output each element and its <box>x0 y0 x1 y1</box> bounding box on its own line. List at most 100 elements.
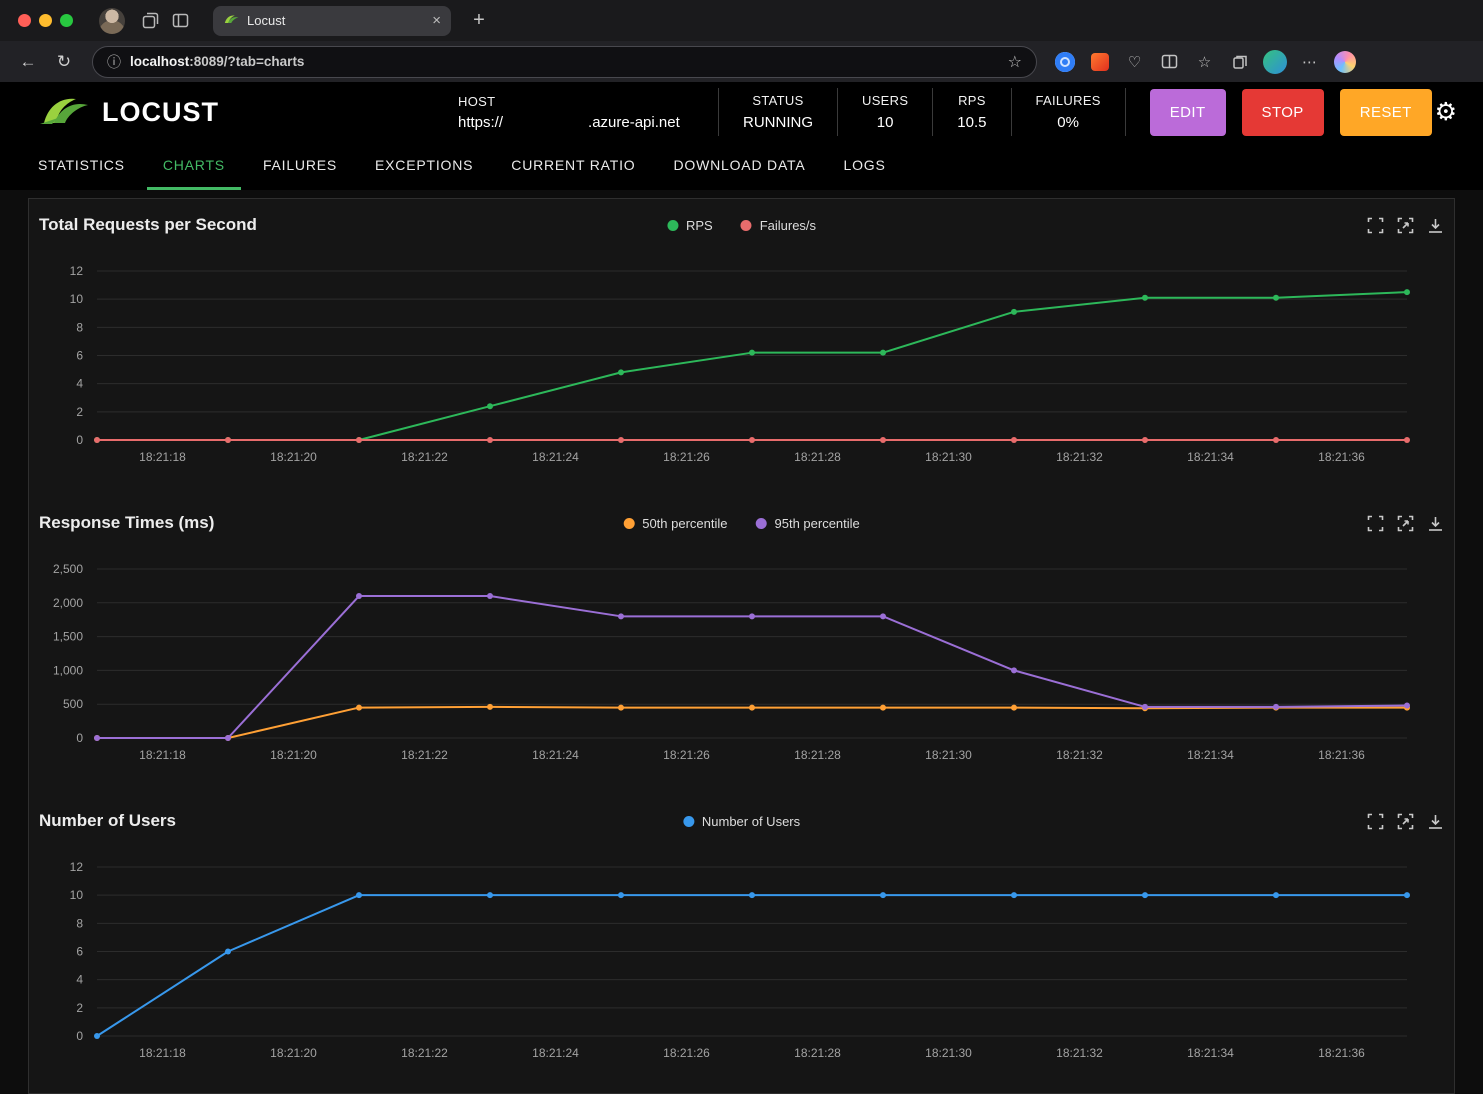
legend-item[interactable]: Failures/s <box>740 218 816 233</box>
back-button[interactable]: ← <box>12 47 44 77</box>
vertical-tabs-icon[interactable] <box>165 6 195 36</box>
address-bar[interactable]: ⓘ localhost:8089/?tab=charts ☆ <box>92 45 1037 78</box>
close-tab-icon[interactable]: × <box>432 12 441 29</box>
svg-text:18:21:30: 18:21:30 <box>925 1046 972 1060</box>
minimize-window-button[interactable] <box>39 14 52 27</box>
chart-tools <box>1367 813 1444 830</box>
zoom-window-button[interactable] <box>60 14 73 27</box>
stat-rps: RPS 10.5 <box>932 88 1010 136</box>
legend-item[interactable]: Number of Users <box>682 814 800 829</box>
zoom-select-icon[interactable] <box>1367 217 1384 234</box>
svg-text:18:21:28: 18:21:28 <box>794 748 841 762</box>
host-url-prefix: https:// <box>458 113 504 131</box>
svg-text:18:21:30: 18:21:30 <box>925 450 972 464</box>
browser-essentials-icon[interactable]: ♡ <box>1119 48 1150 76</box>
tab-current-ratio[interactable]: CURRENT RATIO <box>495 142 651 190</box>
zoom-reset-icon[interactable] <box>1397 515 1414 532</box>
legend-item[interactable]: 50th percentile <box>623 516 728 531</box>
bookmark-star-icon[interactable]: ☆ <box>1008 52 1022 72</box>
more-menu-icon[interactable]: ⋯ <box>1294 48 1325 76</box>
tab-exceptions[interactable]: EXCEPTIONS <box>359 142 489 190</box>
svg-text:0: 0 <box>76 433 83 447</box>
chart-response-times: Response Times (ms) 50th percentile 95th … <box>29 497 1454 795</box>
collections-icon[interactable] <box>1224 48 1255 76</box>
legend-dot-icon <box>666 219 678 231</box>
svg-text:18:21:32: 18:21:32 <box>1056 748 1103 762</box>
users-chart-plot[interactable]: 0 2 4 6 8 10 12 18:21:18 18:21:20 18:21:22 18:21:2… <box>35 837 1450 1077</box>
stop-button[interactable]: STOP <box>1241 88 1324 136</box>
svg-text:18:21:22: 18:21:22 <box>401 450 448 464</box>
brand-name: LOCUST <box>102 96 219 127</box>
stat-failures: FAILURES 0% <box>1010 88 1126 136</box>
download-chart-icon[interactable] <box>1427 813 1444 830</box>
favorites-icon[interactable]: ☆ <box>1189 48 1220 76</box>
svg-text:18:21:26: 18:21:26 <box>663 1046 710 1060</box>
settings-gear-icon[interactable]: ⚙ <box>1435 97 1457 127</box>
tab-groups-icon[interactable] <box>135 6 165 36</box>
legend-item[interactable]: RPS <box>666 218 713 233</box>
svg-text:18:21:18: 18:21:18 <box>139 450 186 464</box>
svg-text:12: 12 <box>70 264 84 278</box>
close-window-button[interactable] <box>18 14 31 27</box>
download-chart-icon[interactable] <box>1427 217 1444 234</box>
profile-avatar[interactable] <box>99 7 125 34</box>
main-content: Total Requests per Second RPS Failures/s … <box>0 190 1483 1094</box>
svg-text:18:21:20: 18:21:20 <box>270 1046 317 1060</box>
legend-dot-icon <box>623 517 635 529</box>
svg-text:4: 4 <box>76 377 83 391</box>
split-screen-icon[interactable] <box>1154 48 1185 76</box>
svg-text:18:21:30: 18:21:30 <box>925 748 972 762</box>
rps-chart-plot[interactable]: 0 2 4 6 8 10 12 18:21:18 18:21:20 18:21:22 18:21:2… <box>35 241 1450 481</box>
legend-item[interactable]: 95th percentile <box>755 515 860 531</box>
tab-failures[interactable]: FAILURES <box>247 142 353 190</box>
tab-favicon-locust-logo <box>223 13 239 28</box>
response-times-chart-plot[interactable]: 0 500 1,000 1,500 2,000 2,500 18:21:18 18:21:20… <box>35 539 1450 779</box>
tab-statistics[interactable]: STATISTICS <box>22 142 141 190</box>
svg-text:0: 0 <box>76 1029 83 1043</box>
url-host: localhost <box>130 54 190 69</box>
zoom-select-icon[interactable] <box>1367 515 1384 532</box>
copilot-icon[interactable] <box>1329 48 1360 76</box>
toolbar-profile-avatar[interactable] <box>1259 48 1290 76</box>
legend-dot-icon <box>682 815 694 827</box>
window-controls <box>18 14 73 27</box>
svg-text:18:21:32: 18:21:32 <box>1056 1046 1103 1060</box>
chart-title: Total Requests per Second <box>39 215 257 234</box>
zoom-reset-icon[interactable] <box>1397 217 1414 234</box>
extension-orange-icon[interactable] <box>1084 48 1115 76</box>
new-tab-button[interactable]: + <box>465 9 493 32</box>
browser-toolbar: ← ↻ ⓘ localhost:8089/?tab=charts ☆ ♡ ☆ ⋯ <box>0 41 1483 82</box>
site-info-icon[interactable]: ⓘ <box>107 52 121 72</box>
locust-header: LOCUST HOST https:// .azure-api.net STAT… <box>0 82 1483 142</box>
edit-button[interactable]: EDIT <box>1149 88 1226 136</box>
browser-tab-locust[interactable]: Locust × <box>213 5 451 36</box>
chart-number-of-users: Number of Users Number of Users 0 2 4 6 8 10 1… <box>29 795 1454 1093</box>
legend-dot-icon <box>740 219 752 231</box>
zoom-select-icon[interactable] <box>1367 813 1384 830</box>
legend-label: 95th percentile <box>774 515 860 531</box>
svg-text:10: 10 <box>70 292 84 306</box>
zoom-reset-icon[interactable] <box>1397 813 1414 830</box>
svg-text:1,500: 1,500 <box>53 630 83 644</box>
tab-charts[interactable]: CHARTS <box>146 142 241 190</box>
svg-text:2: 2 <box>76 1001 83 1015</box>
reload-button[interactable]: ↻ <box>48 47 80 77</box>
host-redacted <box>503 117 588 127</box>
svg-text:18:21:36: 18:21:36 <box>1318 1046 1365 1060</box>
svg-text:8: 8 <box>76 320 83 334</box>
tab-logs[interactable]: LOGS <box>828 142 902 190</box>
extension-blue-icon[interactable] <box>1049 48 1080 76</box>
svg-text:1,000: 1,000 <box>53 663 83 677</box>
chart-total-requests-per-second: Total Requests per Second RPS Failures/s … <box>29 199 1454 497</box>
reset-button[interactable]: RESET <box>1339 88 1432 136</box>
svg-text:18:21:22: 18:21:22 <box>401 1046 448 1060</box>
browser-tab-strip: Locust × + <box>0 0 1483 41</box>
download-chart-icon[interactable] <box>1427 515 1444 532</box>
svg-text:10: 10 <box>70 888 84 902</box>
svg-text:18:21:28: 18:21:28 <box>794 1046 841 1060</box>
locust-logo-icon <box>38 93 90 132</box>
tab-download-data[interactable]: DOWNLOAD DATA <box>658 142 822 190</box>
url-text: localhost:8089/?tab=charts <box>130 54 304 69</box>
svg-text:18:21:26: 18:21:26 <box>663 748 710 762</box>
chart-legend: 50th percentile 95th percentile <box>623 516 860 531</box>
